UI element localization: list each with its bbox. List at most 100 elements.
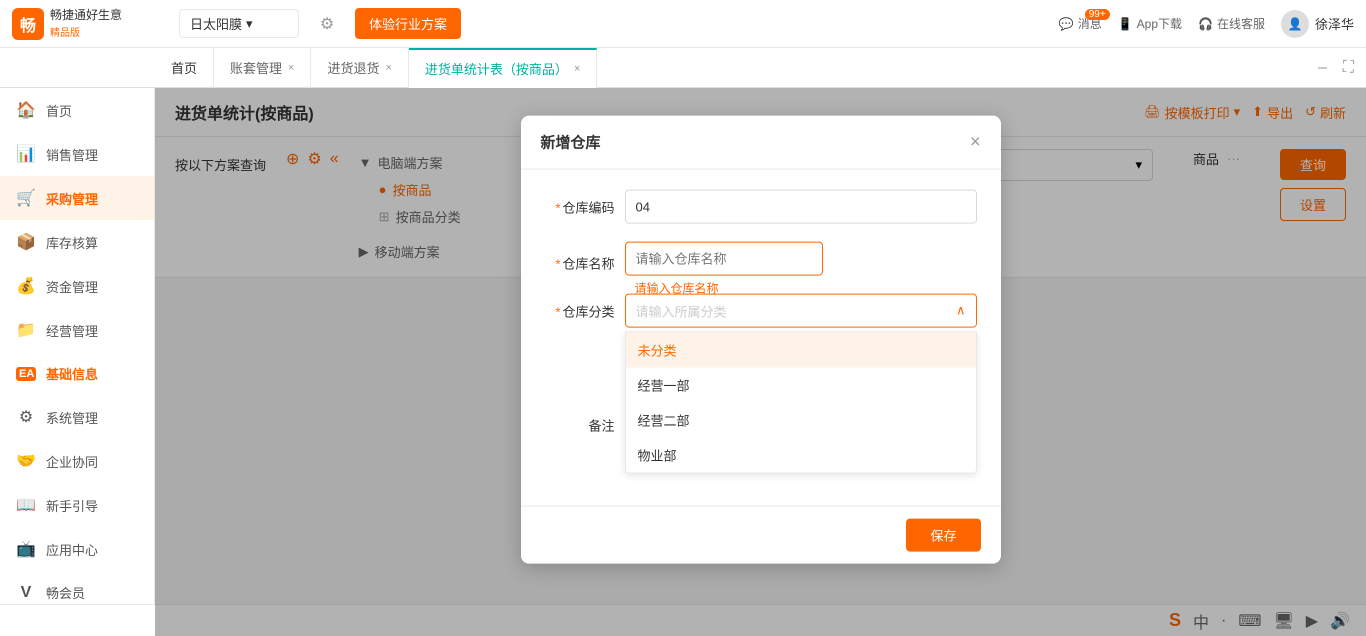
category-dropdown: 未分类 经营一部 经营二部 物业部 [625,332,977,474]
sidebar-sales-label: 销售管理 [46,145,98,164]
sidebar-basic-label: 基础信息 [46,364,98,383]
headset-icon: 🎧 [1198,17,1213,31]
tab-bar: 首页 账套管理 × 进货退货 × 进货单统计表（按商品） × – ⛶ [0,48,1366,88]
sidebar-finance-label: 资金管理 [46,277,98,296]
sidebar-item-guide[interactable]: 📖 新手引导 [0,483,154,527]
sidebar-item-basic[interactable]: EA 基础信息 [0,352,154,395]
dropdown-item-ops1[interactable]: 经营一部 [626,368,976,403]
sidebar-item-home[interactable]: 🏠 首页 [0,88,154,132]
sidebar-home-label: 首页 [46,101,72,120]
member-icon: V [16,584,36,602]
tab-purchase-return[interactable]: 进货退货 × [311,48,408,88]
modal-close-btn[interactable]: × [970,132,981,153]
appcenter-icon: 📺 [16,539,36,559]
category-select[interactable]: 请输入所属分类 ∧ [625,294,977,328]
modal-header: 新增仓库 × [521,116,1001,170]
category-placeholder: 请输入所属分类 [636,301,727,320]
online-service-label: 在线客服 [1217,15,1265,32]
code-label: 仓库编码 [545,190,625,217]
category-arrow: ∧ [956,303,966,319]
cooperation-icon: 🤝 [16,451,36,471]
save-btn[interactable]: 保存 [906,519,980,552]
sidebar-system-label: 系统管理 [46,408,98,427]
tab-home-label: 首页 [171,58,197,77]
code-input[interactable] [625,190,977,224]
sidebar-item-sales[interactable]: 📊 销售管理 [0,132,154,176]
sidebar-item-system[interactable]: ⚙ 系统管理 [0,395,154,439]
modal-body: 仓库编码 仓库名称 请输入仓库名称 仓库分类 请输入所属 [521,170,1001,506]
home-icon: 🏠 [16,100,36,120]
purchase-icon: 🛒 [16,188,36,208]
tab-purchase-stats-close[interactable]: × [574,63,580,75]
avatar: 👤 [1281,10,1309,38]
sidebar-item-appcenter[interactable]: 📺 应用中心 [0,527,154,571]
logo-icon: 畅 [12,8,44,40]
tab-end-btns: – ⛶ [1314,55,1366,81]
sidebar-item-inventory[interactable]: 📦 库存核算 [0,220,154,264]
tab-accounts[interactable]: 账套管理 × [214,48,311,88]
category-wrap: 请输入所属分类 ∧ 未分类 经营一部 经营二部 物业部 [625,294,977,328]
sidebar-item-purchase[interactable]: 🛒 采购管理 [0,176,154,220]
system-icon: ⚙ [16,407,36,427]
tab-accounts-label: 账套管理 [230,58,282,77]
user-area[interactable]: 👤 徐泽华 [1281,10,1354,38]
remark-label: 备注 [545,408,625,435]
sidebar-item-operations[interactable]: 📁 经营管理 [0,308,154,352]
tab-home[interactable]: 首页 [155,48,214,88]
modal-title: 新增仓库 [541,132,601,153]
experience-btn[interactable]: 体验行业方案 [355,8,461,39]
header-icons: 💬 消息 99+ 📱 App下载 🎧 在线客服 👤 徐泽华 [1059,10,1354,38]
name-row: 仓库名称 请输入仓库名称 [545,242,977,276]
sidebar-inventory-label: 库存核算 [46,233,98,252]
store-name: 日太阳膜 [190,14,242,33]
sidebar-item-cooperation[interactable]: 🤝 企业协同 [0,439,154,483]
basic-icon: EA [16,367,36,381]
store-selector[interactable]: 日太阳膜 ▾ [179,9,299,38]
dropdown-item-property[interactable]: 物业部 [626,438,976,473]
messages-btn[interactable]: 💬 消息 99+ [1059,15,1102,32]
new-warehouse-modal: 新增仓库 × 仓库编码 仓库名称 请输入仓库名称 [521,116,1001,564]
store-arrow: ▾ [246,16,253,32]
tab-purchase-return-close[interactable]: × [385,62,391,74]
dropdown-item-ops2[interactable]: 经营二部 [626,403,976,438]
logo-area: 畅 畅捷通好生意 精品版 [12,8,167,40]
tab-purchase-return-label: 进货退货 [327,58,379,77]
tab-purchase-stats-label: 进货单统计表（按商品） [425,59,568,78]
sidebar-member-label: 畅会员 [46,583,85,602]
operations-icon: 📁 [16,320,36,340]
sidebar-guide-label: 新手引导 [46,496,98,515]
sidebar-operations-label: 经营管理 [46,321,98,340]
content-area: 进货单统计(按商品) 🖨 按模板打印 ▾ ⬆ 导出 ↺ 刷新 按以下方案查询 [155,88,1366,636]
message-badge: 99+ [1085,9,1110,20]
tab-expand-btn[interactable]: ⛶ [1339,55,1358,81]
sidebar-item-finance[interactable]: 💰 资金管理 [0,264,154,308]
app-download-label: App下载 [1137,15,1182,32]
finance-icon: 💰 [16,276,36,296]
online-service-btn[interactable]: 🎧 在线客服 [1198,15,1265,32]
sidebar-cooperation-label: 企业协同 [46,452,98,471]
category-label: 仓库分类 [545,294,625,321]
logo-text: 畅捷通好生意 [50,8,122,24]
settings-btn[interactable]: ⚙ [311,8,343,40]
message-icon: 💬 [1059,17,1074,31]
top-header: 畅 畅捷通好生意 精品版 日太阳膜 ▾ ⚙ 体验行业方案 💬 消息 99+ 📱 … [0,0,1366,48]
tab-minimize-btn[interactable]: – [1314,55,1331,81]
logo-badge: 精品版 [50,24,122,39]
name-label: 仓库名称 [545,245,625,272]
phone-icon: 📱 [1118,17,1133,31]
sidebar-appcenter-label: 应用中心 [46,540,98,559]
category-row: 仓库分类 请输入所属分类 ∧ 未分类 经营一部 经营二部 物业部 [545,294,977,328]
tab-accounts-close[interactable]: × [288,62,294,74]
dropdown-item-unclassified[interactable]: 未分类 [626,333,976,368]
sales-icon: 📊 [16,144,36,164]
code-row: 仓库编码 [545,190,977,224]
sidebar-purchase-label: 采购管理 [46,189,98,208]
sidebar: 🏠 首页 📊 销售管理 🛒 采购管理 📦 库存核算 💰 资金管理 📁 经营管理 … [0,88,155,636]
main-layout: 🏠 首页 📊 销售管理 🛒 采购管理 📦 库存核算 💰 资金管理 📁 经营管理 … [0,88,1366,636]
username: 徐泽华 [1315,14,1354,33]
name-input[interactable] [625,242,823,276]
tab-purchase-stats[interactable]: 进货单统计表（按商品） × [409,48,597,88]
guide-icon: 📖 [16,495,36,515]
app-download-btn[interactable]: 📱 App下载 [1118,15,1182,32]
settings-icon: ⚙ [320,14,334,34]
